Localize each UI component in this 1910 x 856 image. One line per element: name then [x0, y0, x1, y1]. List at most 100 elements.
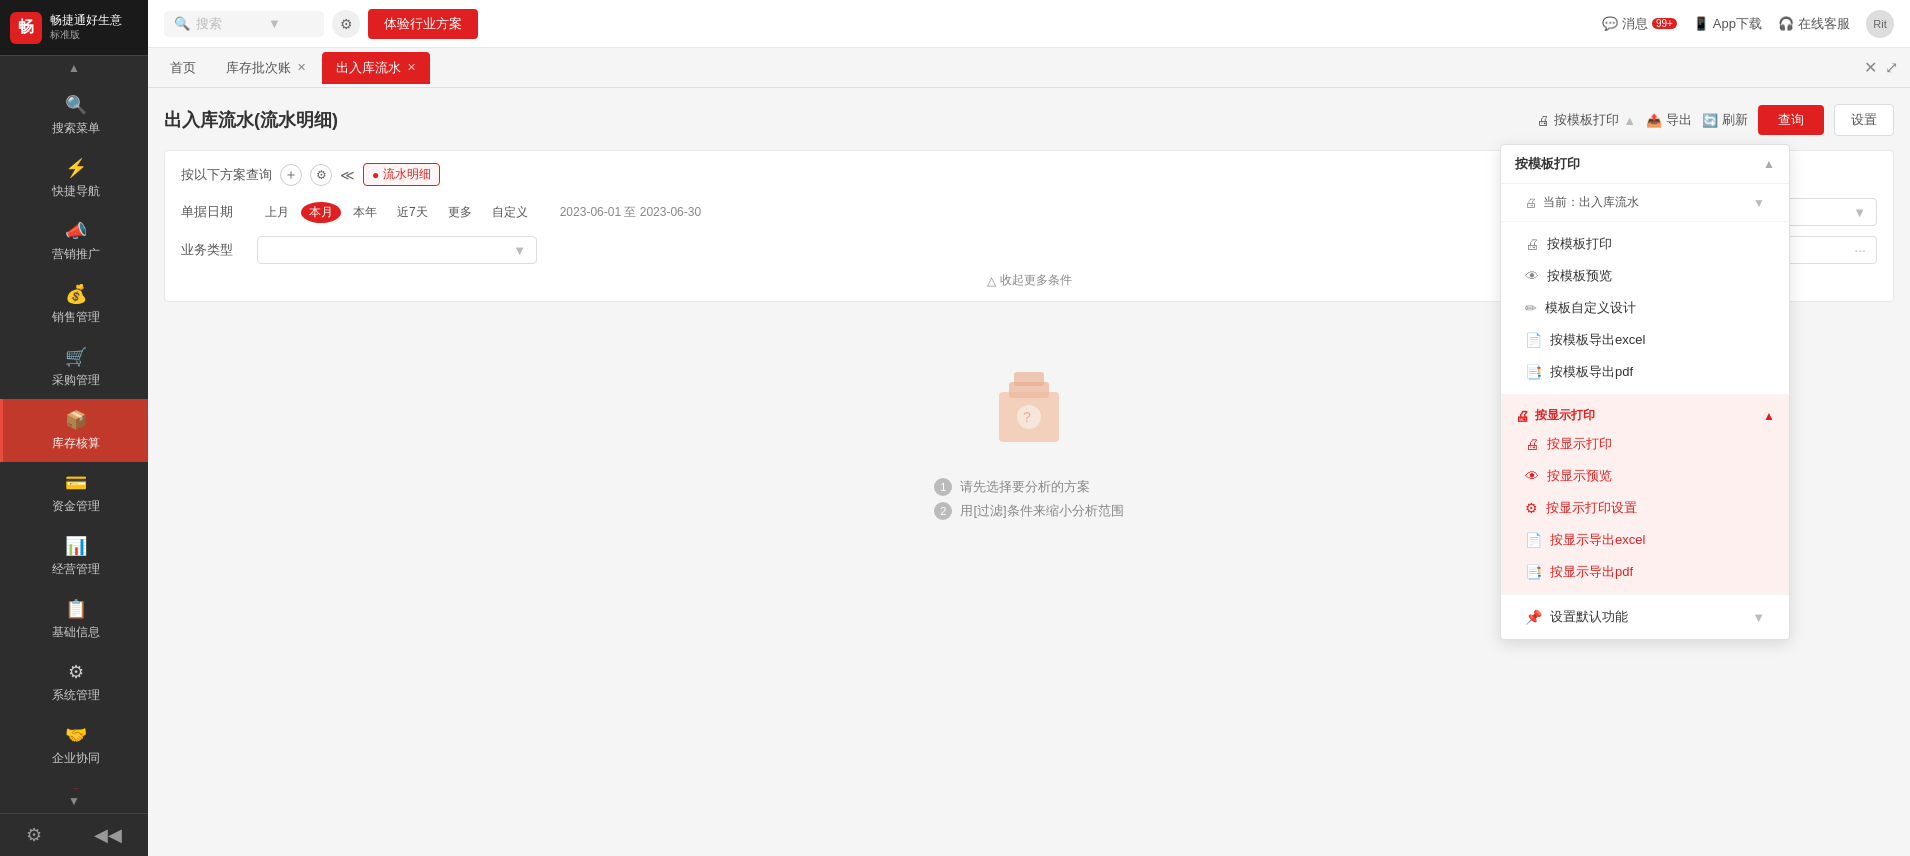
sidebar-item-inventory[interactable]: 📦 库存核算: [0, 399, 148, 462]
tab-inout-flow-close[interactable]: ✕: [407, 61, 416, 74]
empty-state-icon: ?: [979, 362, 1079, 462]
sidebar-item-label: 资金管理: [52, 498, 100, 515]
empty-step-1: 1 请先选择要分析的方案: [934, 478, 1123, 496]
display-print-section-icon: 🖨: [1515, 408, 1529, 424]
date-tab-more[interactable]: 更多: [440, 202, 480, 223]
quick-nav-icon: ⚡: [65, 157, 87, 179]
current-section: 🖨 当前：出入库流水 ▼: [1501, 184, 1789, 222]
date-label: 单据日期: [181, 203, 241, 221]
display-print-collapse-icon[interactable]: ▲: [1763, 409, 1775, 423]
sidebar-item-guide[interactable]: 🎯 新手引导: [0, 777, 148, 789]
sidebar-item-sales[interactable]: 💰 销售管理: [0, 273, 148, 336]
print-icon: 🖨: [1537, 113, 1550, 128]
date-tab-7days[interactable]: 近7天: [389, 202, 436, 223]
sidebar-item-label: 系统管理: [52, 687, 100, 704]
sidebar-item-label: 库存核算: [52, 435, 100, 452]
filter-tag[interactable]: ● 流水明细: [363, 163, 440, 186]
template-preview-item[interactable]: 👁 按模板预览: [1501, 260, 1789, 292]
template-export-pdf-item[interactable]: 📑 按模板导出pdf: [1501, 356, 1789, 388]
display-preview-label: 按显示预览: [1547, 467, 1612, 485]
display-preview-item[interactable]: 👁 按显示预览: [1501, 460, 1789, 492]
set-default-label: 设置默认功能: [1550, 608, 1628, 626]
date-tabs: 上月 本月 本年 近7天 更多 自定义: [257, 202, 536, 223]
tab-inventory-batch-close[interactable]: ✕: [297, 61, 306, 74]
step-num-2: 2: [934, 502, 952, 520]
sidebar-item-finance[interactable]: 💳 资金管理: [0, 462, 148, 525]
chevron-up-icon: △: [987, 274, 996, 288]
set-default-item[interactable]: 📌 设置默认功能 ▼: [1501, 601, 1789, 633]
display-print-settings-item[interactable]: ⚙ 按显示打印设置: [1501, 492, 1789, 524]
date-range: 2023-06-01 至 2023-06-30: [560, 204, 701, 221]
topbar-search[interactable]: 🔍 搜索 ▼: [164, 11, 324, 37]
message-action[interactable]: 💬 消息 99+: [1602, 15, 1677, 33]
print-btn[interactable]: 🖨 按模板打印 ▲: [1537, 111, 1636, 129]
date-tab-this-month[interactable]: 本月: [301, 202, 341, 223]
sidebar-item-label: 经营管理: [52, 561, 100, 578]
app-download-action[interactable]: 📱 App下载: [1693, 15, 1762, 33]
date-tab-this-year[interactable]: 本年: [345, 202, 385, 223]
sidebar-nav: 🔍 搜索菜单 ⚡ 快捷导航 📣 营销推广 💰 销售管理 🛒 采购管理 📦 库存核…: [0, 80, 148, 789]
tabbar: 首页 库存批次账 ✕ 出入库流水 ✕ ✕ ⤢: [148, 48, 1910, 88]
logo-name: 畅捷通好生意: [50, 13, 122, 29]
avatar[interactable]: Rit: [1866, 10, 1894, 38]
sidebar-item-system[interactable]: ⚙ 系统管理: [0, 651, 148, 714]
sidebar-scroll-up[interactable]: ▲: [0, 56, 148, 80]
tab-inout-flow[interactable]: 出入库流水 ✕: [322, 52, 430, 84]
filter-config-btn[interactable]: ⚙: [310, 164, 332, 186]
tab-inventory-batch[interactable]: 库存批次账 ✕: [212, 52, 320, 84]
customer-service-action[interactable]: 🎧 在线客服: [1778, 15, 1850, 33]
template-export-excel-item[interactable]: 📄 按模板导出excel: [1501, 324, 1789, 356]
display-export-pdf-icon: 📑: [1525, 564, 1542, 580]
sidebar-item-business[interactable]: 📊 经营管理: [0, 525, 148, 588]
business-type-dropdown[interactable]: ▼: [257, 236, 537, 264]
topbar-gear-btn[interactable]: ⚙: [332, 10, 360, 38]
page-header: 出入库流水(流水明细) 🖨 按模板打印 ▲ 📤 导出 🔄 刷新 查询 设置: [164, 104, 1894, 136]
sidebar-bottom: ⚙ ◀◀: [0, 813, 148, 856]
collapse-sidebar-icon[interactable]: ◀◀: [94, 824, 122, 846]
export-btn[interactable]: 📤 导出: [1646, 111, 1692, 129]
filter-settings-btn[interactable]: 设置: [1834, 104, 1894, 136]
marketing-icon: 📣: [65, 220, 87, 242]
display-print-settings-icon: ⚙: [1525, 500, 1538, 516]
logo-icon: 畅: [10, 12, 42, 44]
voucher-type-arrow-icon: ▼: [1853, 205, 1866, 220]
sidebar-item-base[interactable]: 📋 基础信息: [0, 588, 148, 651]
date-tab-last-month[interactable]: 上月: [257, 202, 297, 223]
topbar-search-icon: 🔍: [174, 16, 190, 31]
settings-bottom-icon[interactable]: ⚙: [26, 824, 42, 846]
sidebar-scroll-down[interactable]: ▼: [0, 789, 148, 813]
display-print-section-header: 🖨 按显示打印 ▲: [1501, 401, 1789, 428]
current-flow-item[interactable]: 🖨 当前：出入库流水 ▼: [1501, 190, 1789, 215]
expand-window-icon[interactable]: ⤢: [1885, 58, 1898, 77]
topbar: 🔍 搜索 ▼ ⚙ 体验行业方案 💬 消息 99+ 📱 App下载 🎧 在线客服: [148, 0, 1910, 48]
display-export-excel-icon: 📄: [1525, 532, 1542, 548]
sidebar-item-marketing[interactable]: 📣 营销推广: [0, 210, 148, 273]
date-tab-custom[interactable]: 自定义: [484, 202, 536, 223]
business-type-value: [268, 241, 281, 259]
close-window-icon[interactable]: ✕: [1864, 58, 1877, 77]
display-export-pdf-item[interactable]: 📑 按显示导出pdf: [1501, 556, 1789, 588]
set-default-icon: 📌: [1525, 609, 1542, 625]
warehouse-more-icon[interactable]: ···: [1854, 242, 1866, 258]
template-preview-label: 按模板预览: [1547, 267, 1612, 285]
search-icon: 🔍: [65, 94, 87, 116]
sidebar-item-quick-nav[interactable]: ⚡ 快捷导航: [0, 147, 148, 210]
inventory-icon: 📦: [65, 409, 87, 431]
default-section: 📌 设置默认功能 ▼: [1501, 595, 1789, 639]
template-design-item[interactable]: ✏ 模板自定义设计: [1501, 292, 1789, 324]
display-print-item[interactable]: 🖨 按显示打印: [1501, 428, 1789, 460]
refresh-label: 刷新: [1722, 111, 1748, 129]
print-dropdown-collapse-icon[interactable]: ▲: [1763, 157, 1775, 171]
display-export-excel-item[interactable]: 📄 按显示导出excel: [1501, 524, 1789, 556]
refresh-btn[interactable]: 🔄 刷新: [1702, 111, 1748, 129]
trial-btn[interactable]: 体验行业方案: [368, 9, 478, 39]
sidebar-item-purchase[interactable]: 🛒 采购管理: [0, 336, 148, 399]
query-btn[interactable]: 查询: [1758, 105, 1824, 135]
filter-add-btn[interactable]: ＋: [280, 164, 302, 186]
filter-collapse-btn[interactable]: ≪: [340, 167, 355, 183]
sidebar-item-search[interactable]: 🔍 搜索菜单: [0, 84, 148, 147]
tab-home[interactable]: 首页: [156, 52, 210, 84]
template-print-item[interactable]: 🖨 按模板打印: [1501, 228, 1789, 260]
sidebar-item-enterprise[interactable]: 🤝 企业协同: [0, 714, 148, 777]
phone-icon: 📱: [1693, 16, 1709, 31]
